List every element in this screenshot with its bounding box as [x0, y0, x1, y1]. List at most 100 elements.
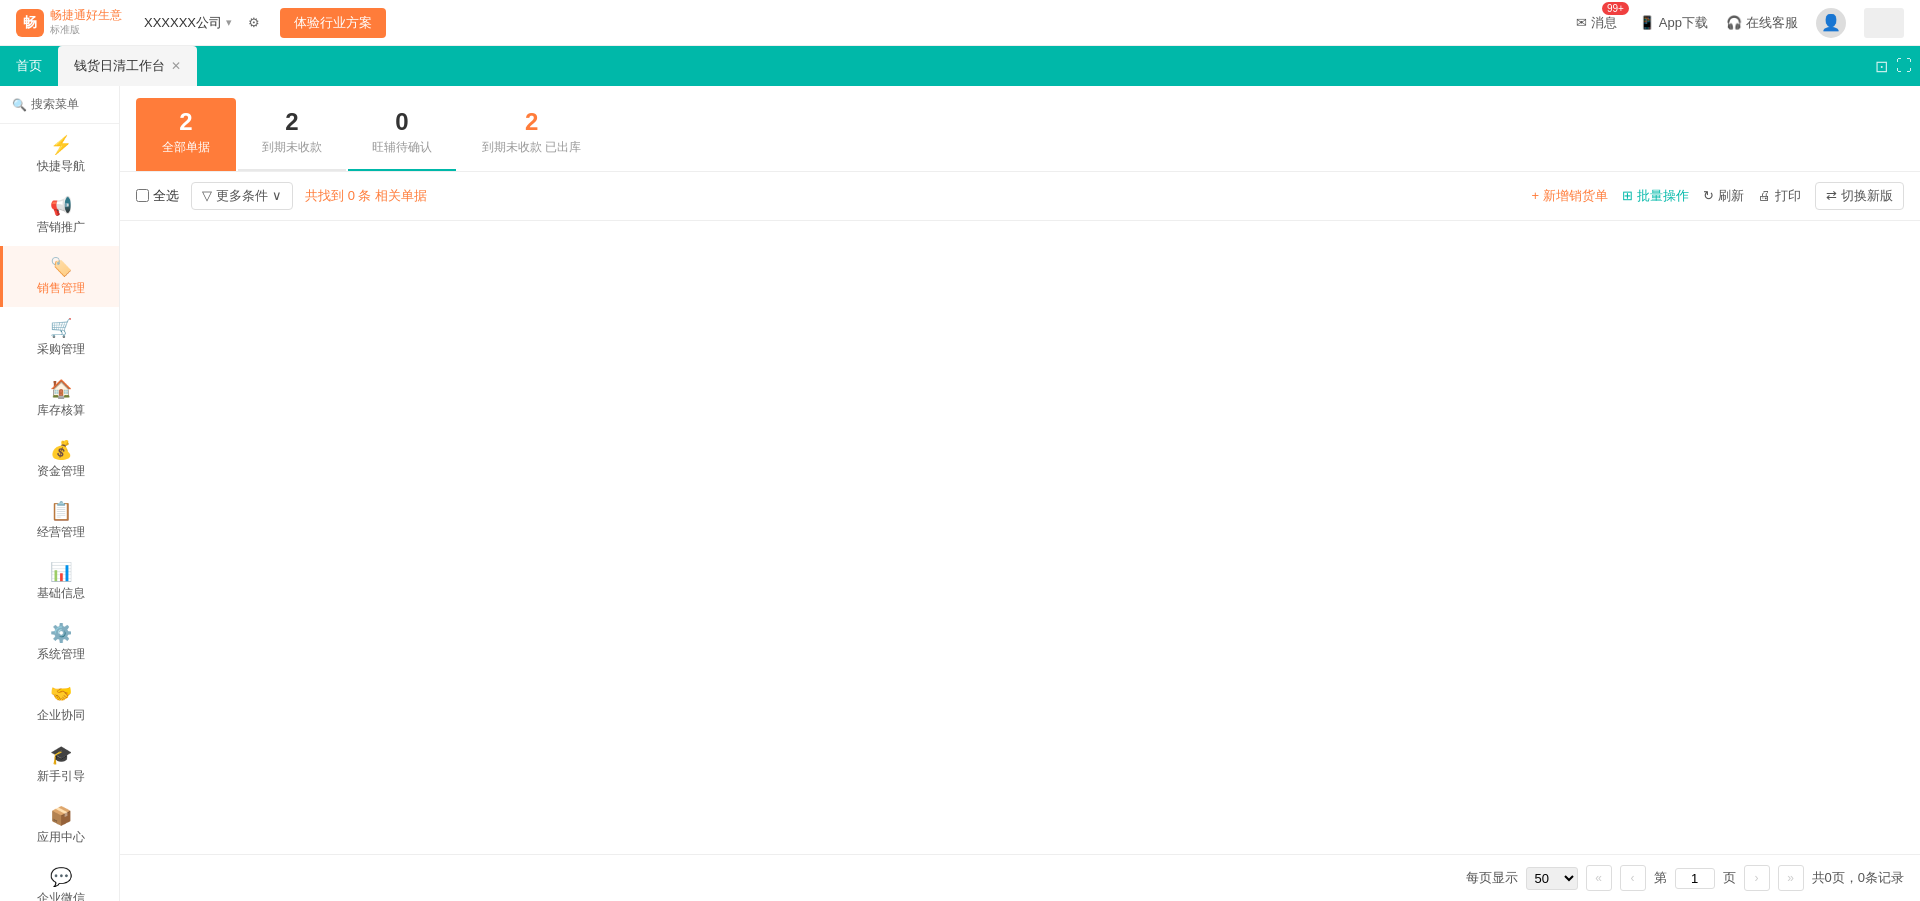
print-btn[interactable]: 🖨 打印 [1758, 187, 1801, 205]
search-icon: 🔍 [12, 98, 27, 112]
sidebar-item-base-info[interactable]: 📊 基础信息 [0, 551, 119, 612]
status-cards: 2 全部单据 2 到期未收款 0 旺辅待确认 2 到期未收款 已出库 [120, 86, 1920, 172]
found-unit: 条 [358, 188, 371, 203]
tab-fullscreen-icon[interactable]: ⛶ [1896, 57, 1912, 76]
toolbar-right: + 新增销货单 ⊞ 批量操作 ↻ 刷新 🖨 打印 ⇄ 切换新版 [1531, 182, 1904, 210]
experience-btn[interactable]: 体验行业方案 [280, 8, 386, 38]
sidebar-search[interactable]: 🔍 搜索菜单 [0, 86, 119, 124]
sidebar-item-sales[interactable]: 🏷️ 销售管理 [0, 246, 119, 307]
messages-action[interactable]: ✉ 消息 99+ [1572, 10, 1621, 36]
messages-badge: 99+ [1602, 2, 1629, 15]
page-number-input[interactable] [1675, 868, 1715, 889]
operations-icon: 📋 [50, 502, 72, 520]
sidebar-item-operations[interactable]: 📋 经营管理 [0, 490, 119, 551]
base-info-icon: 📊 [50, 563, 72, 581]
card-wangfu[interactable]: 0 旺辅待确认 [348, 98, 456, 171]
tabbar-actions: ⊡ ⛶ [1875, 57, 1920, 76]
sidebar-item-marketing[interactable]: 📢 营销推广 [0, 185, 119, 246]
switch-icon: ⇄ [1826, 188, 1837, 203]
print-icon: 🖨 [1758, 188, 1771, 203]
sidebar-item-finance[interactable]: 💰 资金管理 [0, 429, 119, 490]
card-wangfu-num: 0 [395, 108, 408, 137]
print-label: 打印 [1775, 187, 1801, 205]
prev-page-btn[interactable]: ‹ [1620, 865, 1646, 891]
sidebar-label-sales: 销售管理 [37, 280, 85, 297]
filter-chevron-icon: ∨ [272, 188, 282, 203]
pagination: 每页显示 50 10 20 100 « ‹ 第 页 › » 共0页，0条记录 [120, 854, 1920, 901]
sidebar: 🔍 搜索菜单 ⚡ 快捷导航 📢 营销推广 🏷️ 销售管理 🛒 采购管理 🏠 库存… [0, 86, 120, 901]
settings-button[interactable]: ⚙ [240, 9, 268, 37]
search-label: 搜索菜单 [31, 96, 79, 113]
sidebar-label-purchase: 采购管理 [37, 341, 85, 358]
sidebar-label-finance: 资金管理 [37, 463, 85, 480]
marketing-icon: 📢 [50, 197, 72, 215]
sidebar-label-quick-nav: 快捷导航 [37, 158, 85, 175]
tab-home[interactable]: 首页 [0, 46, 58, 86]
sidebar-item-enterprise[interactable]: 🤝 企业协同 [0, 673, 119, 734]
select-all-label: 全选 [153, 187, 179, 205]
card-shipped[interactable]: 2 到期未收款 已出库 [458, 98, 605, 171]
tab-workspace[interactable]: 钱货日清工作台 ✕ [58, 46, 197, 86]
logo-icon: 畅 [16, 9, 44, 37]
toolbar: 全选 ▽ 更多条件 ∨ 共找到 0 条 相关单据 + 新增销货单 ⊞ [120, 172, 1920, 221]
system-icon: ⚙️ [50, 624, 72, 642]
sidebar-item-system[interactable]: ⚙️ 系统管理 [0, 612, 119, 673]
avatar[interactable]: 👤 [1816, 8, 1846, 38]
refresh-btn[interactable]: ↻ 刷新 [1703, 187, 1744, 205]
sidebar-label-inventory: 库存核算 [37, 402, 85, 419]
tab-close-icon[interactable]: ✕ [171, 59, 181, 73]
card-shipped-num: 2 [525, 108, 538, 137]
wechat-icon: 💬 [50, 868, 72, 886]
logo-sub: 标准版 [50, 23, 122, 37]
sidebar-item-purchase[interactable]: 🛒 采购管理 [0, 307, 119, 368]
batch-btn[interactable]: ⊞ 批量操作 [1622, 187, 1689, 205]
next-page-btn[interactable]: › [1744, 865, 1770, 891]
batch-icon: ⊞ [1622, 188, 1633, 203]
tab-restore-icon[interactable]: ⊡ [1875, 57, 1888, 76]
sidebar-item-wechat[interactable]: 💬 企业微信 [0, 856, 119, 901]
related-label: 相关单据 [375, 188, 427, 203]
service-icon: 🎧 [1726, 15, 1742, 30]
card-overdue-num: 2 [285, 108, 298, 137]
switch-version-btn[interactable]: ⇄ 切换新版 [1815, 182, 1904, 210]
found-text: 共找到 0 条 相关单据 [305, 187, 427, 205]
first-page-btn[interactable]: « [1586, 865, 1612, 891]
sidebar-label-guide: 新手引导 [37, 768, 85, 785]
sidebar-item-app-center[interactable]: 📦 应用中心 [0, 795, 119, 856]
card-all[interactable]: 2 全部单据 [136, 98, 236, 171]
sidebar-label-base-info: 基础信息 [37, 585, 85, 602]
company-name: XXXXXX公司 [144, 14, 222, 32]
user-name-area[interactable] [1864, 8, 1904, 38]
tabbar: 首页 钱货日清工作台 ✕ ⊡ ⛶ [0, 46, 1920, 86]
app-download-action[interactable]: 📱 App下载 [1639, 14, 1708, 32]
topbar: 畅 畅捷通好生意 标准版 XXXXXX公司 ▾ ⚙ 体验行业方案 ✉ 消息 99… [0, 0, 1920, 46]
sidebar-item-guide[interactable]: 🎓 新手引导 [0, 734, 119, 795]
logo-text: 畅捷通好生意 [50, 8, 122, 24]
card-overdue[interactable]: 2 到期未收款 [238, 98, 346, 171]
card-wangfu-label: 旺辅待确认 [372, 139, 432, 156]
tab-workspace-label: 钱货日清工作台 [74, 57, 165, 75]
total-label: 共0页，0条记录 [1812, 869, 1904, 887]
plus-icon: + [1531, 188, 1539, 203]
last-page-btn[interactable]: » [1778, 865, 1804, 891]
download-icon: 📱 [1639, 15, 1655, 30]
message-icon: ✉ [1576, 15, 1587, 30]
app-center-icon: 📦 [50, 807, 72, 825]
card-all-label: 全部单据 [162, 139, 210, 156]
app-logo: 畅 畅捷通好生意 标准版 [16, 8, 136, 38]
new-order-btn[interactable]: + 新增销货单 [1531, 187, 1608, 205]
sidebar-item-inventory[interactable]: 🏠 库存核算 [0, 368, 119, 429]
filter-button[interactable]: ▽ 更多条件 ∨ [191, 182, 293, 210]
select-all-checkbox[interactable]: 全选 [136, 187, 179, 205]
refresh-icon: ↻ [1703, 188, 1714, 203]
finance-icon: 💰 [50, 441, 72, 459]
per-page-select[interactable]: 50 10 20 100 [1526, 867, 1578, 890]
online-service-action[interactable]: 🎧 在线客服 [1726, 14, 1798, 32]
card-overdue-label: 到期未收款 [262, 139, 322, 156]
sidebar-item-quick-nav[interactable]: ⚡ 快捷导航 [0, 124, 119, 185]
select-all-input[interactable] [136, 189, 149, 202]
company-selector[interactable]: XXXXXX公司 ▾ [144, 14, 232, 32]
inventory-icon: 🏠 [50, 380, 72, 398]
main-content: 2 全部单据 2 到期未收款 0 旺辅待确认 2 到期未收款 已出库 全选 [120, 86, 1920, 901]
refresh-label: 刷新 [1718, 187, 1744, 205]
